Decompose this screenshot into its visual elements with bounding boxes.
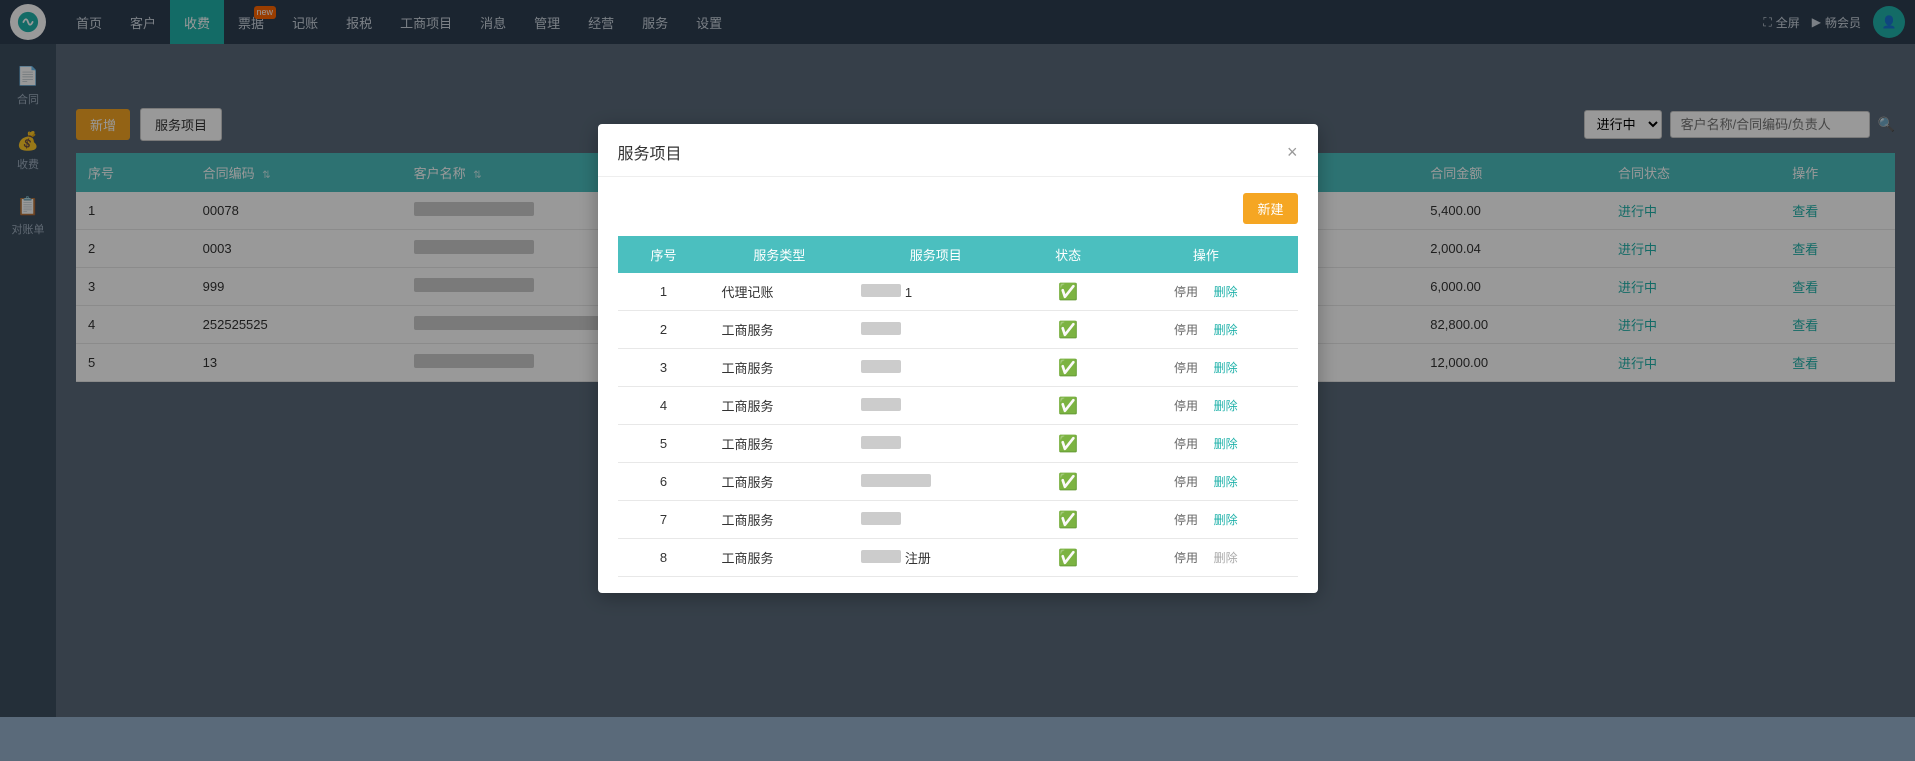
modal-toolbar: 新建 [618,193,1298,224]
modal-cell-type: 工商服务 [709,349,849,387]
modal-cell-seq: 8 [618,539,710,577]
modal-cell-actions: 停用 删除 [1114,501,1297,539]
modal-col-status: 状态 [1022,236,1114,273]
modal-cell-item [849,425,1022,463]
modal-cell-seq: 3 [618,349,710,387]
modal-cell-actions: 停用 删除 [1114,273,1297,311]
modal-body: 新建 序号 服务类型 服务项目 状态 操作 1 代理记账 [598,177,1318,593]
stop-button[interactable]: 停用 [1168,319,1204,340]
modal-cell-status: ✅ [1022,273,1114,311]
modal-col-seq: 序号 [618,236,710,273]
stop-button[interactable]: 停用 [1168,471,1204,492]
modal-cell-status: ✅ [1022,311,1114,349]
modal-cell-type: 代理记账 [709,273,849,311]
modal-cell-seq: 2 [618,311,710,349]
modal-cell-actions: 停用 删除 [1114,311,1297,349]
status-check-icon: ✅ [1058,550,1078,567]
modal-cell-item: 1 [849,273,1022,311]
modal-cell-status: ✅ [1022,387,1114,425]
stop-button[interactable]: 停用 [1168,433,1204,454]
modal-header: 服务项目 × [598,124,1318,177]
delete-button[interactable]: 删除 [1208,471,1244,492]
modal-cell-type: 工商服务 [709,387,849,425]
modal-cell-actions: 停用 删除 [1114,425,1297,463]
modal-cell-type: 工商服务 [709,311,849,349]
delete-button[interactable]: 删除 [1208,357,1244,378]
modal: 服务项目 × 新建 序号 服务类型 服务项目 状态 操作 [598,124,1318,593]
modal-cell-seq: 1 [618,273,710,311]
status-check-icon: ✅ [1058,322,1078,339]
stop-button[interactable]: 停用 [1168,547,1204,568]
modal-table-row: 7 工商服务 ✅ 停用 删除 [618,501,1298,539]
modal-new-button[interactable]: 新建 [1243,193,1297,224]
modal-cell-status: ✅ [1022,539,1114,577]
modal-cell-actions: 停用 删除 [1114,463,1297,501]
status-check-icon: ✅ [1058,512,1078,529]
status-check-icon: ✅ [1058,398,1078,415]
modal-cell-item [849,501,1022,539]
modal-cell-actions: 停用 删除 [1114,387,1297,425]
modal-cell-type: 工商服务 [709,425,849,463]
stop-button[interactable]: 停用 [1168,509,1204,530]
modal-cell-seq: 5 [618,425,710,463]
status-check-icon: ✅ [1058,284,1078,301]
modal-col-type: 服务类型 [709,236,849,273]
modal-table-row: 2 工商服务 ✅ 停用 删除 [618,311,1298,349]
modal-title: 服务项目 [618,140,682,164]
modal-cell-item [849,311,1022,349]
modal-cell-actions: 停用 删除 [1114,349,1297,387]
delete-button[interactable]: 删除 [1208,319,1244,340]
modal-cell-seq: 4 [618,387,710,425]
delete-button[interactable]: 删除 [1208,395,1244,416]
modal-cell-status: ✅ [1022,425,1114,463]
modal-cell-status: ✅ [1022,463,1114,501]
modal-cell-item [849,463,1022,501]
modal-cell-type: 工商服务 [709,463,849,501]
modal-cell-status: ✅ [1022,349,1114,387]
modal-cell-seq: 7 [618,501,710,539]
modal-table-row: 1 代理记账 1 ✅ 停用 删除 [618,273,1298,311]
modal-close-button[interactable]: × [1287,143,1298,161]
modal-table-row: 6 工商服务 ✅ 停用 删除 [618,463,1298,501]
modal-cell-status: ✅ [1022,501,1114,539]
modal-cell-seq: 6 [618,463,710,501]
status-check-icon: ✅ [1058,474,1078,491]
modal-table-wrap[interactable]: 序号 服务类型 服务项目 状态 操作 1 代理记账 1 ✅ 停用 删除 2 工商… [618,236,1298,577]
modal-cell-type: 工商服务 [709,539,849,577]
modal-cell-actions: 停用 删除 [1114,539,1297,577]
stop-button[interactable]: 停用 [1168,395,1204,416]
status-check-icon: ✅ [1058,360,1078,377]
modal-cell-type: 工商服务 [709,501,849,539]
delete-button[interactable]: 删除 [1208,433,1244,454]
modal-col-actions: 操作 [1114,236,1297,273]
modal-table-row: 3 工商服务 ✅ 停用 删除 [618,349,1298,387]
modal-cell-item: 注册 [849,539,1022,577]
modal-table-row: 4 工商服务 ✅ 停用 删除 [618,387,1298,425]
delete-button[interactable]: 删除 [1208,547,1244,568]
modal-table-row: 5 工商服务 ✅ 停用 删除 [618,425,1298,463]
modal-col-item: 服务项目 [849,236,1022,273]
modal-cell-item [849,387,1022,425]
modal-overlay[interactable]: 服务项目 × 新建 序号 服务类型 服务项目 状态 操作 [0,0,1915,717]
modal-cell-item [849,349,1022,387]
stop-button[interactable]: 停用 [1168,281,1204,302]
status-check-icon: ✅ [1058,436,1078,453]
delete-button[interactable]: 删除 [1208,509,1244,530]
modal-table-row: 8 工商服务 注册 ✅ 停用 删除 [618,539,1298,577]
modal-table: 序号 服务类型 服务项目 状态 操作 1 代理记账 1 ✅ 停用 删除 2 工商… [618,236,1298,577]
delete-button[interactable]: 删除 [1208,281,1244,302]
stop-button[interactable]: 停用 [1168,357,1204,378]
